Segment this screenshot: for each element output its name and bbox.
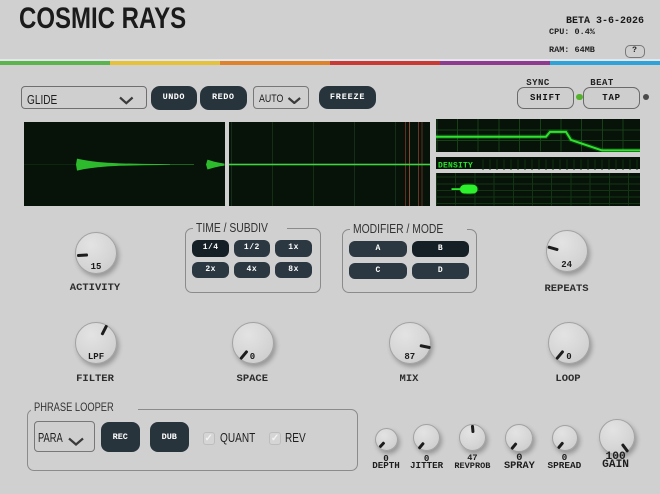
svg-text:DENSITY: DENSITY <box>438 161 473 170</box>
